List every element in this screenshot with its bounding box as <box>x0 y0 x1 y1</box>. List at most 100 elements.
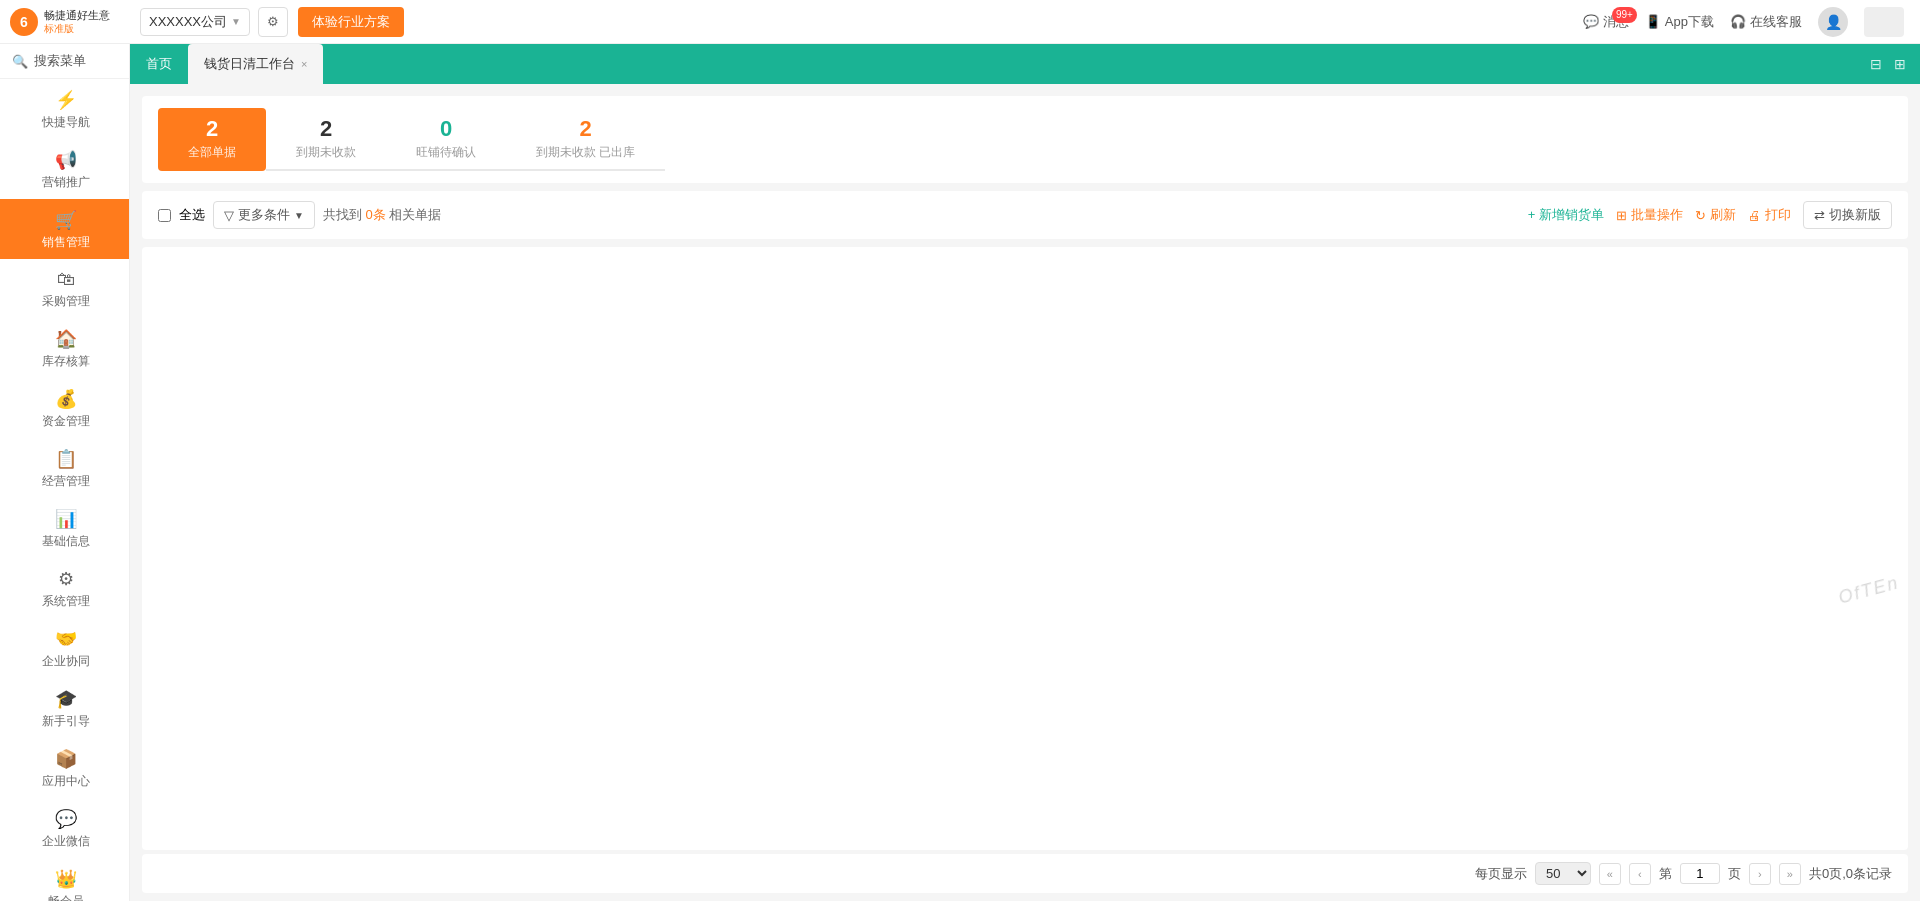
gear-icon: ⚙ <box>267 14 279 29</box>
stat-num-pending: 0 <box>440 116 452 142</box>
sidebar-item-operation[interactable]: 📋 经营管理 <box>0 438 129 498</box>
finance-icon: 💰 <box>55 388 77 410</box>
next-page-button[interactable]: › <box>1749 863 1771 885</box>
stat-label-overdue: 到期未收款 <box>296 144 356 161</box>
found-text: 共找到 0条 相关单据 <box>323 206 441 224</box>
message-icon: 💬 <box>1583 14 1599 29</box>
refresh-icon: ↻ <box>1695 208 1706 223</box>
print-button[interactable]: 🖨 打印 <box>1748 206 1791 224</box>
table-area <box>142 247 1908 850</box>
app-download-button[interactable]: 📱 App下载 <box>1645 13 1714 31</box>
prev-page-button[interactable]: ‹ <box>1629 863 1651 885</box>
toolbar-right: + 新增销货单 ⊞ 批量操作 ↻ 刷新 🖨 打印 ⇄ <box>1528 201 1892 229</box>
first-page-button[interactable]: « <box>1599 863 1621 885</box>
batch-operation-button[interactable]: ⊞ 批量操作 <box>1616 206 1683 224</box>
top-header: 6 畅捷通好生意 标准版 XXXXXX公司 ▼ ⚙ 体验行业方案 💬 消息 99… <box>0 0 1920 44</box>
add-sale-order-button[interactable]: + 新增销货单 <box>1528 206 1604 224</box>
toolbar: 全选 ▽ 更多条件 ▼ 共找到 0条 相关单据 + 新增销货单 <box>142 191 1908 239</box>
sidebar-item-purchase[interactable]: 🛍 采购管理 <box>0 259 129 318</box>
service-icon: 🎧 <box>1730 14 1746 29</box>
sidebar-item-member[interactable]: 👑 畅会员 <box>0 858 129 901</box>
basic-info-icon: 📊 <box>55 508 77 530</box>
filter-icon: ▽ <box>224 208 234 223</box>
select-all-label: 全选 <box>179 206 205 224</box>
sidebar-item-app-center[interactable]: 📦 应用中心 <box>0 738 129 798</box>
purchase-icon: 🛍 <box>57 269 75 290</box>
batch-icon: ⊞ <box>1616 208 1627 223</box>
page-size-select[interactable]: 50 100 <box>1535 862 1591 885</box>
sales-icon: 🛒 <box>55 209 77 231</box>
member-icon: 👑 <box>55 868 77 890</box>
tab-home[interactable]: 首页 <box>130 44 188 84</box>
stat-card-overdue-shipped[interactable]: 2 到期未收款 已出库 <box>506 108 665 171</box>
stat-label-all: 全部单据 <box>188 144 236 161</box>
enterprise-icon: 🤝 <box>55 628 77 650</box>
quick-nav-icon: ⚡ <box>55 89 77 111</box>
sidebar-item-basic-info[interactable]: 📊 基础信息 <box>0 498 129 558</box>
logo-text: 畅捷通好生意 标准版 <box>44 8 110 35</box>
tab-maximize-button[interactable]: ⊞ <box>1888 56 1912 72</box>
marketing-icon: 📢 <box>55 149 77 171</box>
sidebar-item-enterprise[interactable]: 🤝 企业协同 <box>0 618 129 678</box>
search-menu-button[interactable]: 🔍 搜索菜单 <box>0 44 129 79</box>
message-badge: 99+ <box>1612 7 1637 23</box>
tab-bar: 首页 钱货日清工作台 × ⊟ ⊞ <box>130 44 1920 84</box>
trial-button[interactable]: 体验行业方案 <box>298 7 404 37</box>
header-center: XXXXXX公司 ▼ ⚙ 体验行业方案 <box>130 7 1583 37</box>
header-right: 💬 消息 99+ 📱 App下载 🎧 在线客服 👤 <box>1583 7 1904 37</box>
tab-bar-actions: ⊟ ⊞ <box>1864 56 1920 72</box>
search-icon: 🔍 <box>12 54 28 69</box>
switch-icon: ⇄ <box>1814 208 1825 223</box>
filter-button[interactable]: ▽ 更多条件 ▼ <box>213 201 315 229</box>
page-number-input[interactable] <box>1680 863 1720 884</box>
print-icon: 🖨 <box>1748 208 1761 223</box>
sidebar-item-newbie[interactable]: 🎓 新手引导 <box>0 678 129 738</box>
newbie-icon: 🎓 <box>55 688 77 710</box>
user-icon: 👤 <box>1825 14 1842 30</box>
total-label: 共0页,0条记录 <box>1809 865 1892 883</box>
page-label: 第 <box>1659 865 1672 883</box>
sidebar: 🔍 搜索菜单 ⚡ 快捷导航 📢 营销推广 🛒 销售管理 🛍 采购管理 🏠 库存核… <box>0 44 130 901</box>
stat-num-all: 2 <box>206 116 218 142</box>
found-count: 0条 <box>366 207 386 222</box>
sidebar-item-finance[interactable]: 💰 资金管理 <box>0 378 129 438</box>
switch-version-button[interactable]: ⇄ 切换新版 <box>1803 201 1892 229</box>
sidebar-item-marketing[interactable]: 📢 营销推广 <box>0 139 129 199</box>
chevron-down-icon: ▼ <box>231 16 241 27</box>
last-page-button[interactable]: » <box>1779 863 1801 885</box>
stat-num-overdue: 2 <box>320 116 332 142</box>
per-page-label: 每页显示 <box>1475 865 1527 883</box>
stat-num-overdue-shipped: 2 <box>580 116 592 142</box>
sidebar-item-system[interactable]: ⚙ 系统管理 <box>0 558 129 618</box>
message-button[interactable]: 💬 消息 99+ <box>1583 13 1629 31</box>
operation-icon: 📋 <box>55 448 77 470</box>
system-icon: ⚙ <box>58 568 74 590</box>
logo-area: 6 畅捷通好生意 标准版 <box>0 8 130 36</box>
main-layout: 🔍 搜索菜单 ⚡ 快捷导航 📢 营销推广 🛒 销售管理 🛍 采购管理 🏠 库存核… <box>0 44 1920 901</box>
main-content: 2 全部单据 2 到期未收款 0 旺铺待确认 2 到期未收款 已出库 <box>130 84 1920 901</box>
online-service-button[interactable]: 🎧 在线客服 <box>1730 13 1802 31</box>
avatar[interactable]: 👤 <box>1818 7 1848 37</box>
sidebar-item-inventory[interactable]: 🏠 库存核算 <box>0 318 129 378</box>
content-area: 首页 钱货日清工作台 × ⊟ ⊞ 2 全部单据 <box>130 44 1920 901</box>
sidebar-item-wechat[interactable]: 💬 企业微信 <box>0 798 129 858</box>
sidebar-item-sales[interactable]: 🛒 销售管理 <box>0 199 129 259</box>
stats-section: 2 全部单据 2 到期未收款 0 旺铺待确认 2 到期未收款 已出库 <box>142 96 1908 183</box>
tab-close-icon[interactable]: × <box>301 58 307 70</box>
stat-card-all[interactable]: 2 全部单据 <box>158 108 266 171</box>
stat-card-overdue[interactable]: 2 到期未收款 <box>266 108 386 171</box>
settings-button[interactable]: ⚙ <box>258 7 288 37</box>
wechat-icon: 💬 <box>55 808 77 830</box>
company-selector[interactable]: XXXXXX公司 ▼ <box>140 8 250 36</box>
avatar-text <box>1864 7 1904 37</box>
sidebar-item-quick-nav[interactable]: ⚡ 快捷导航 <box>0 79 129 139</box>
refresh-button[interactable]: ↻ 刷新 <box>1695 206 1736 224</box>
download-icon: 📱 <box>1645 14 1661 29</box>
logo-icon: 6 <box>10 8 38 36</box>
select-all-checkbox[interactable] <box>158 209 171 222</box>
tab-minimize-button[interactable]: ⊟ <box>1864 56 1888 72</box>
tab-work-table[interactable]: 钱货日清工作台 × <box>188 44 323 84</box>
page-label-2: 页 <box>1728 865 1741 883</box>
stats-row: 2 全部单据 2 到期未收款 0 旺铺待确认 2 到期未收款 已出库 <box>158 108 1892 171</box>
stat-card-pending[interactable]: 0 旺铺待确认 <box>386 108 506 171</box>
